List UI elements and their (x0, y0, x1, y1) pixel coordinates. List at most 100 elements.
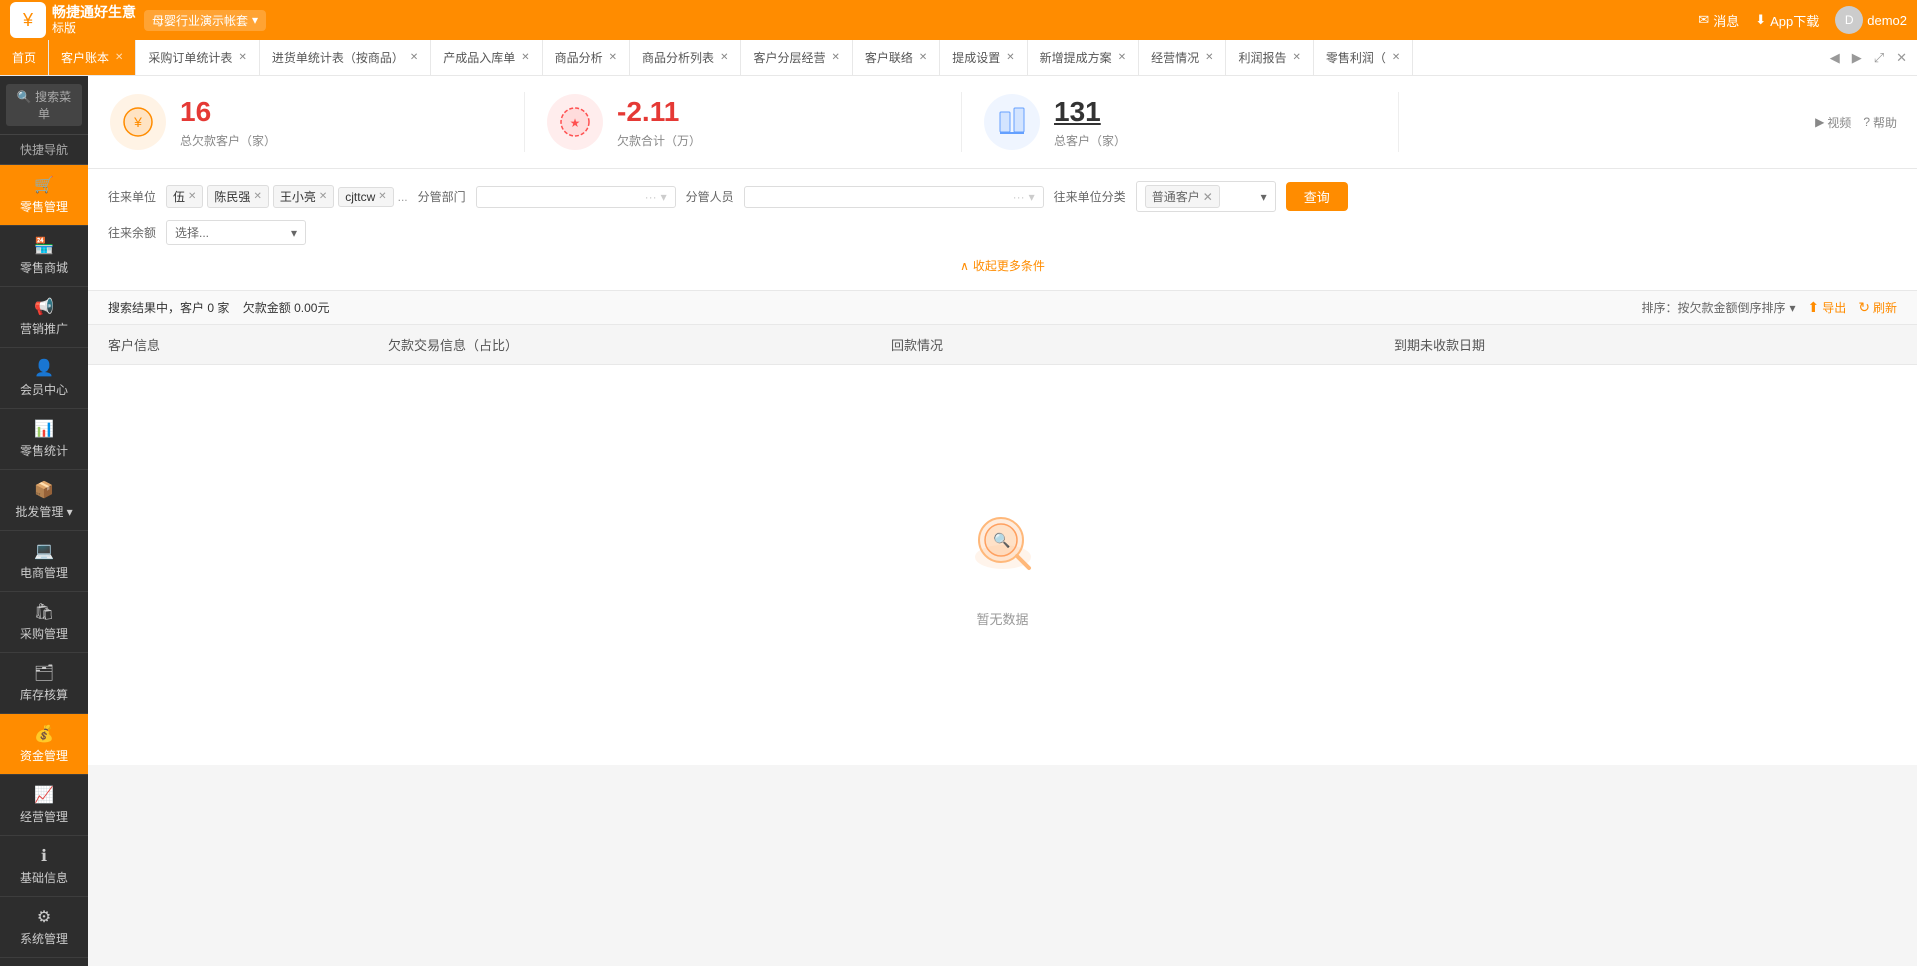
close-icon[interactable]: ✕ (1006, 52, 1014, 63)
chevron-down-icon: ▾ (661, 190, 667, 204)
close-icon[interactable]: ✕ (1293, 52, 1301, 63)
close-icon[interactable]: ✕ (1118, 52, 1126, 63)
messages-button[interactable]: ✉ 消息 (1698, 11, 1739, 30)
company-selector[interactable]: 母婴行业演示帐套 ▾ (144, 10, 266, 31)
sidebar-search: 🔍 搜索菜单 (0, 76, 88, 135)
close-icon[interactable]: ✕ (1392, 52, 1400, 63)
sidebar-item-wholesale[interactable]: 📦 批发管理 ▾ (0, 470, 88, 531)
chevron-down-icon: ▾ (291, 226, 297, 240)
inventory-icon: 🗂 (6, 663, 82, 683)
dept-select[interactable]: ··· ▾ (476, 186, 676, 208)
tab-finished-goods-label: 产成品入库单 (443, 49, 515, 66)
sidebar-items: 🛒 零售管理 🏪 零售商城 📢 营销推广 👤 会员中心 📊 零售统计 📦 (0, 165, 88, 966)
sidebar-item-retail-stats[interactable]: 📊 零售统计 (0, 409, 88, 470)
category-tag-normal: 普通客户 ✕ (1145, 185, 1220, 208)
main-content: ¥ 16 总欠款客户（家） ★ (88, 76, 1917, 966)
tab-finished-goods[interactable]: 产成品入库单 ✕ (431, 40, 542, 76)
tab-customer-account[interactable]: 客户账本 ✕ (49, 40, 136, 76)
tab-home-label: 首页 (12, 49, 36, 66)
tab-add-commission[interactable]: 新增提成方案 ✕ (1028, 40, 1139, 76)
tab-customer-layer-label: 客户分层经营 (753, 49, 825, 66)
tag-close-chen[interactable]: ✕ (253, 191, 261, 202)
tab-profit[interactable]: 利润报告 ✕ (1226, 40, 1313, 76)
nav-expand-icon[interactable]: ⤢ (1870, 48, 1888, 68)
sidebar-item-collab[interactable]: 🤝 企业协同 (0, 958, 88, 966)
tab-purchase-stats[interactable]: 进货单统计表（按商品） ✕ (260, 40, 431, 76)
sidebar-item-purchase[interactable]: 🛍 采购管理 (0, 592, 88, 653)
sidebar-item-marketing[interactable]: 📢 营销推广 (0, 287, 88, 348)
sidebar-item-mall[interactable]: 🏪 零售商城 (0, 226, 88, 287)
video-button[interactable]: ▶ 视频 (1815, 114, 1851, 131)
message-icon: ✉ (1698, 12, 1709, 28)
tab-purchase-order[interactable]: 采购订单统计表 ✕ (136, 40, 259, 76)
video-icon: ▶ (1815, 115, 1824, 129)
tab-product-analysis[interactable]: 商品分析 ✕ (543, 40, 630, 76)
sort-select[interactable]: 排序：按欠款金额倒序排序 ▾ (1641, 299, 1795, 316)
search-menu-button[interactable]: 🔍 搜索菜单 (6, 84, 82, 126)
close-icon[interactable]: ✕ (115, 52, 123, 63)
close-icon[interactable]: ✕ (919, 52, 927, 63)
sidebar-item-label: 零售商城 (6, 259, 82, 276)
query-button[interactable]: 查询 (1286, 182, 1348, 211)
category-select[interactable]: 普通客户 ✕ ▾ (1136, 181, 1276, 212)
top-bar: ¥ 畅捷通好生意 标版 母婴行业演示帐套 ▾ ✉ 消息 ⬇ App下载 D de… (0, 0, 1917, 40)
tab-product-list[interactable]: 商品分析列表 ✕ (630, 40, 741, 76)
stat-block-total: 131 总客户（家） (982, 92, 1399, 152)
tab-customer-contact[interactable]: 客户联络 ✕ (853, 40, 940, 76)
collapse-button[interactable]: ∧ 收起更多条件 (956, 253, 1049, 278)
sidebar-item-finance[interactable]: 💰 资金管理 (0, 714, 88, 775)
person-select-icons: ··· ▾ (1013, 190, 1035, 204)
export-button[interactable]: ⬆ 导出 (1808, 299, 1847, 316)
refresh-button[interactable]: ↻ 刷新 (1858, 299, 1897, 316)
tab-purchase-order-label: 采购订单统计表 (148, 49, 232, 66)
filter-area: 往来单位 伍 ✕ 陈民强 ✕ 王小亮 ✕ cjttcw (88, 169, 1917, 291)
sidebar-item-system[interactable]: ⚙ 系统管理 (0, 897, 88, 958)
tab-home[interactable]: 首页 (0, 40, 49, 76)
tab-commission[interactable]: 提成设置 ✕ (940, 40, 1027, 76)
quick-nav-label: 快捷导航 (20, 143, 68, 157)
quick-nav-button[interactable]: 快捷导航 (0, 135, 88, 165)
nav-close-all-icon[interactable]: ✕ (1892, 48, 1911, 68)
tab-business[interactable]: 经营情况 ✕ (1139, 40, 1226, 76)
sidebar-item-basic-info[interactable]: ℹ 基础信息 (0, 836, 88, 897)
person-select[interactable]: ··· ▾ (744, 186, 1044, 208)
nav-prev-arrow[interactable]: ◀ (1826, 48, 1844, 68)
tab-customer-layer[interactable]: 客户分层经营 ✕ (741, 40, 852, 76)
sidebar-item-label: 营销推广 (6, 320, 82, 337)
close-icon[interactable]: ✕ (609, 52, 617, 63)
tab-retail-profit[interactable]: 零售利润（ ✕ (1314, 40, 1413, 76)
filter-tag-wu: 伍 ✕ (166, 185, 203, 208)
basic-info-icon: ℹ (6, 846, 82, 866)
amount-svg-icon: ★ (559, 106, 591, 138)
sidebar-item-retail[interactable]: 🛒 零售管理 (0, 165, 88, 226)
sidebar-item-inventory[interactable]: 🗂 库存核算 (0, 653, 88, 714)
tag-close-normal[interactable]: ✕ (1203, 190, 1213, 204)
close-icon[interactable]: ✕ (1205, 52, 1213, 63)
close-icon[interactable]: ✕ (720, 52, 728, 63)
empty-icon: 🔍 (963, 502, 1043, 597)
close-icon[interactable]: ✕ (521, 52, 529, 63)
filter-row-1: 往来单位 伍 ✕ 陈民强 ✕ 王小亮 ✕ cjttcw (108, 181, 1897, 212)
help-button[interactable]: ? 帮助 (1863, 114, 1897, 131)
sidebar-item-ecommerce[interactable]: 💻 电商管理 (0, 531, 88, 592)
nav-next-arrow[interactable]: ▶ (1848, 48, 1866, 68)
tag-close-wang[interactable]: ✕ (319, 191, 327, 202)
user-avatar-button[interactable]: D demo2 (1835, 6, 1907, 34)
help-label: 帮助 (1873, 114, 1897, 131)
close-icon[interactable]: ✕ (238, 52, 246, 63)
refresh-label: 刷新 (1873, 299, 1897, 316)
tab-profit-label: 利润报告 (1238, 49, 1286, 66)
layout: 🔍 搜索菜单 快捷导航 🛒 零售管理 🏪 零售商城 📢 营销推广 👤 会员中心 (0, 76, 1917, 966)
stat-label-customers: 总欠款客户（家） (180, 132, 276, 149)
tag-close-cjttcw[interactable]: ✕ (378, 191, 386, 202)
balance-select[interactable]: 选择... ▾ (166, 220, 306, 245)
close-icon[interactable]: ✕ (831, 52, 839, 63)
chevron-down-icon: ▾ (1789, 301, 1795, 315)
sidebar-item-member[interactable]: 👤 会员中心 (0, 348, 88, 409)
tag-close-wu[interactable]: ✕ (188, 191, 196, 202)
sidebar-item-operation[interactable]: 📈 经营管理 (0, 775, 88, 836)
close-icon[interactable]: ✕ (410, 52, 418, 63)
filter-more-unit[interactable]: ... (398, 190, 408, 204)
customer-svg-icon: ¥ (122, 106, 154, 138)
app-download-button[interactable]: ⬇ App下载 (1755, 11, 1819, 30)
